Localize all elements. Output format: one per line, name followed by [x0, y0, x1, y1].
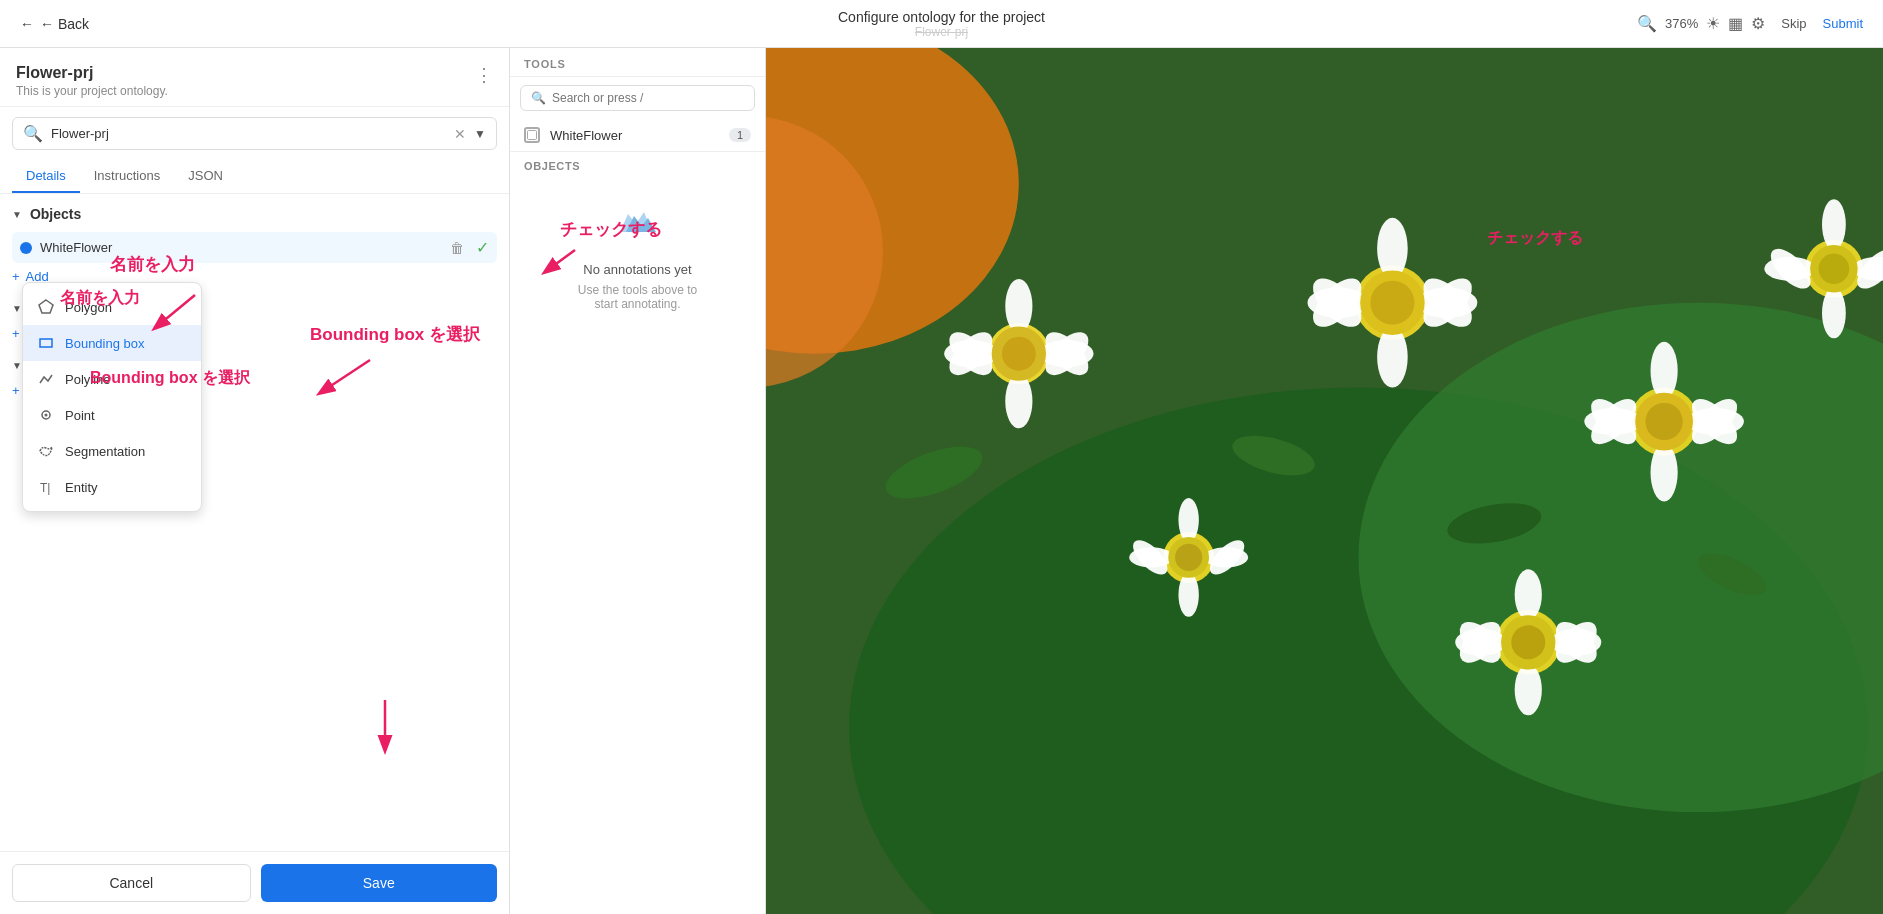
- dropdown-item-polygon[interactable]: Polygon: [23, 289, 201, 325]
- save-button[interactable]: Save: [261, 864, 498, 902]
- dropdown-arrow-icon[interactable]: ▼: [474, 127, 486, 141]
- svg-rect-77: [766, 48, 1883, 914]
- object-item-container: WhiteFlower 🗑 ✓ Polygon: [12, 232, 497, 263]
- dropdown-item-bounding-box[interactable]: Bounding box: [23, 325, 201, 361]
- panel-project-desc: This is your project ontology.: [16, 84, 168, 98]
- confirm-object-icon[interactable]: ✓: [476, 238, 489, 257]
- top-bar-right: 🔍 376% ☀ ▦ ⚙ Skip Submit: [1637, 14, 1863, 33]
- dropdown-item-polyline[interactable]: Polyline: [23, 361, 201, 397]
- no-annotations-text: No annotations yet: [583, 262, 691, 277]
- objects-label: Objects: [30, 206, 81, 222]
- panel-content: ▼ Objects WhiteFlower 🗑 ✓: [0, 194, 509, 851]
- tools-search-bar: 🔍: [520, 85, 755, 111]
- svg-text:T|: T|: [40, 481, 50, 495]
- no-annotations-icon: [614, 196, 662, 248]
- tool-checkbox[interactable]: [524, 127, 540, 143]
- polygon-icon: [37, 298, 55, 316]
- left-panel: Flower-prj This is your project ontology…: [0, 48, 510, 914]
- add-relationship-plus-icon: +: [12, 383, 20, 398]
- search-icon: 🔍: [23, 124, 43, 143]
- tab-details[interactable]: Details: [12, 160, 80, 193]
- relationships-chevron-icon: ▼: [12, 360, 22, 371]
- top-bar: ← ← Back Configure ontology for the proj…: [0, 0, 1883, 48]
- object-item: WhiteFlower 🗑 ✓: [12, 232, 497, 263]
- segmentation-label: Segmentation: [65, 444, 145, 459]
- tools-panel: TOOLS 🔍 WhiteFlower 1 OBJECTS: [510, 48, 766, 914]
- polygon-label: Polygon: [65, 300, 112, 315]
- back-button[interactable]: ← ← Back: [20, 16, 89, 32]
- tool-badge: 1: [729, 128, 751, 142]
- entity-icon: T|: [37, 478, 55, 496]
- point-label: Point: [65, 408, 95, 423]
- tools-search-input[interactable]: [552, 91, 744, 105]
- submit-button[interactable]: Submit: [1823, 16, 1863, 31]
- cancel-button[interactable]: Cancel: [12, 864, 251, 902]
- svg-rect-1: [40, 339, 52, 347]
- dropdown-item-entity[interactable]: T| Entity: [23, 469, 201, 505]
- objects-section-tools: OBJECTS No annotations yet Use the tools…: [510, 151, 765, 331]
- bbox-icon: [37, 334, 55, 352]
- clear-search-icon[interactable]: ✕: [454, 126, 466, 142]
- svg-rect-5: [528, 131, 537, 140]
- tools-search-icon: 🔍: [531, 91, 546, 105]
- zoom-info: 🔍 376% ☀ ▦ ⚙: [1637, 14, 1765, 33]
- type-dropdown: Polygon Bounding box: [22, 282, 202, 512]
- polyline-icon: [37, 370, 55, 388]
- point-icon: [37, 406, 55, 424]
- search-bar: 🔍 ✕ ▼: [12, 117, 497, 150]
- entity-label: Entity: [65, 480, 98, 495]
- main-layout: Flower-prj This is your project ontology…: [0, 48, 1883, 914]
- image-panel: チェックする: [766, 48, 1883, 914]
- search-input[interactable]: [51, 126, 446, 141]
- back-label: ← Back: [40, 16, 89, 32]
- tool-item-whiteflower[interactable]: WhiteFlower 1: [510, 119, 765, 151]
- panel-header: Flower-prj This is your project ontology…: [0, 48, 509, 107]
- dropdown-item-segmentation[interactable]: Segmentation: [23, 433, 201, 469]
- page-title: Configure ontology for the project Flowe…: [838, 9, 1045, 39]
- back-arrow-icon: ←: [20, 16, 34, 32]
- object-color-dot: [20, 242, 32, 254]
- tab-instructions[interactable]: Instructions: [80, 160, 174, 193]
- objects-section-label: OBJECTS: [510, 152, 765, 176]
- add-object-plus-icon: +: [12, 269, 20, 284]
- delete-object-icon[interactable]: 🗑: [450, 240, 464, 256]
- zoom-level: 376%: [1665, 16, 1698, 31]
- no-annotations: No annotations yet Use the tools above t…: [510, 176, 765, 331]
- grid-icon[interactable]: ▦: [1728, 14, 1743, 33]
- tool-name: WhiteFlower: [550, 128, 622, 143]
- flower-image: [766, 48, 1883, 914]
- more-options-icon[interactable]: ⋮: [475, 64, 493, 86]
- skip-button[interactable]: Skip: [1781, 16, 1806, 31]
- dropdown-item-point[interactable]: Point: [23, 397, 201, 433]
- objects-section: ▼ Objects WhiteFlower 🗑 ✓: [12, 206, 497, 284]
- svg-point-3: [45, 414, 48, 417]
- settings-icon[interactable]: ⚙: [1751, 14, 1765, 33]
- panel-bottom: Cancel Save: [0, 851, 509, 914]
- no-annotations-subtext: Use the tools above to start annotating.: [578, 283, 697, 311]
- object-name-field[interactable]: WhiteFlower: [40, 240, 438, 255]
- brightness-icon[interactable]: ☀: [1706, 14, 1720, 33]
- bbox-label: Bounding box: [65, 336, 145, 351]
- segmentation-icon: [37, 442, 55, 460]
- zoom-out-icon[interactable]: 🔍: [1637, 14, 1657, 33]
- add-classification-plus-icon: +: [12, 326, 20, 341]
- panel-tabs: Details Instructions JSON: [0, 160, 509, 194]
- objects-section-header[interactable]: ▼ Objects: [12, 206, 497, 222]
- tab-json[interactable]: JSON: [174, 160, 237, 193]
- svg-marker-0: [39, 300, 53, 313]
- classifications-chevron-icon: ▼: [12, 303, 22, 314]
- tool-item-left: WhiteFlower: [524, 127, 622, 143]
- tools-header: TOOLS: [510, 48, 765, 77]
- objects-chevron-icon: ▼: [12, 209, 22, 220]
- panel-project-name: Flower-prj: [16, 64, 168, 82]
- polyline-label: Polyline: [65, 372, 111, 387]
